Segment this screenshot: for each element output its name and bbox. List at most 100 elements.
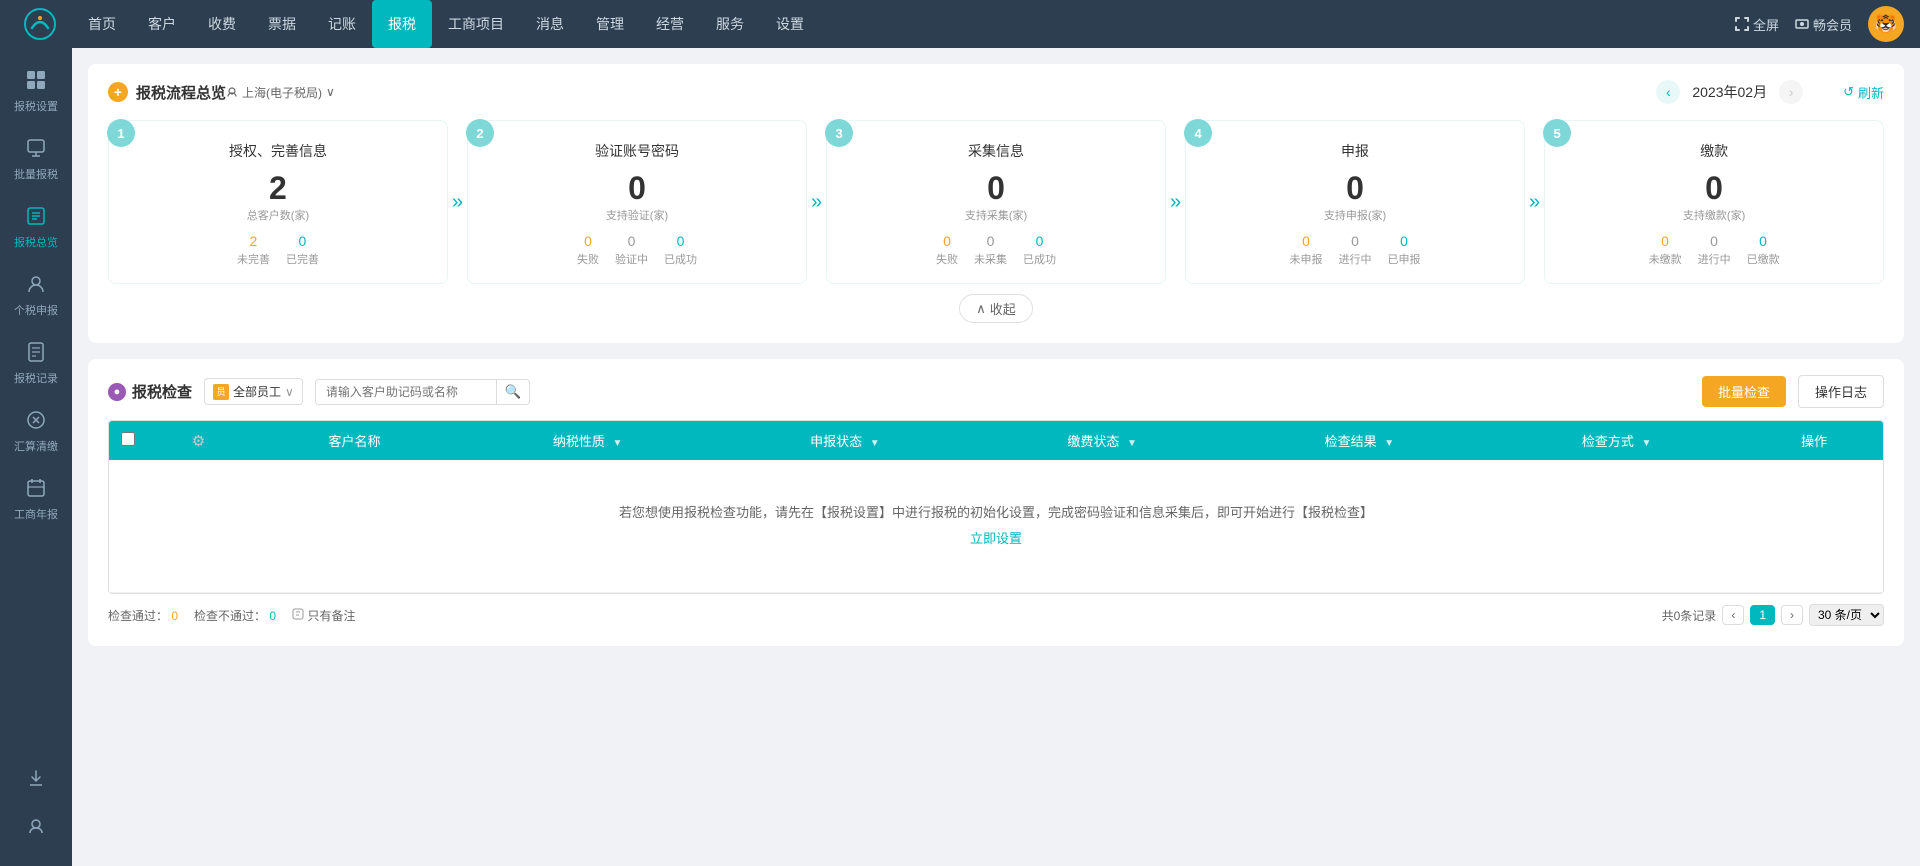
step-stat: 0 进行中 [1339,233,1372,267]
sidebar-item-batch-tax[interactable]: 批量报税 [0,124,72,192]
note-stat: 只有备注 [292,607,355,624]
step-stat: 0 失败 [577,233,599,267]
step-card-1: 1 授权、完善信息 2 总客户数(家) 2 未完善 0 已完善 [108,120,448,284]
nav-item-service[interactable]: 服务 [700,0,760,48]
step-title-2: 验证账号密码 [484,141,790,161]
step-num-5: 5 [1543,119,1571,147]
step-subtitle-3: 支持采集(家) [843,207,1149,223]
plus-icon: + [108,82,128,102]
nav-item-accounting[interactable]: 记账 [312,0,372,48]
left-sidebar: 报税设置 批量报税 报税总览 个税申报 报税记录 汇算清缴 工商年报 [0,48,72,866]
refresh-button[interactable]: ↺ 刷新 [1843,83,1884,102]
step-stat: 0 未缴款 [1649,233,1682,267]
pagination: 共0条记录 ‹ 1 › 30 条/页 [1662,604,1884,626]
header-declare-status: 申报状态 ▼ [716,421,973,460]
annual-report-icon [22,474,50,502]
nav-item-manage[interactable]: 管理 [580,0,640,48]
check-title-icon: ● [108,383,126,401]
tax-record-icon [22,338,50,366]
select-all-checkbox[interactable] [121,432,135,446]
sidebar-item-annual-report[interactable]: 工商年报 [0,464,72,532]
nav-item-tax[interactable]: 报税 [372,0,432,48]
step-count-3: 0 [843,169,1149,207]
top-navigation: 首页 客户 收费 票据 记账 报税 工商项目 消息 管理 经营 服务 设置 全屏… [0,0,1920,48]
mascot-avatar[interactable]: 🐯 [1868,6,1904,42]
step-subtitle-2: 支持验证(家) [484,207,790,223]
step-stat: 0 进行中 [1698,233,1731,267]
sidebar-item-tax-record[interactable]: 报税记录 [0,328,72,396]
location-badge[interactable]: 上海(电子税局) ∨ [226,84,335,101]
step-count-2: 0 [484,169,790,207]
step-title-3: 采集信息 [843,141,1149,161]
prev-month-button[interactable]: ‹ [1656,80,1680,104]
sidebar-item-location[interactable] [0,802,72,850]
nav-item-client[interactable]: 客户 [132,0,192,48]
sidebar-item-settlement[interactable]: 汇算清缴 [0,396,72,464]
nav-item-invoice[interactable]: 票据 [252,0,312,48]
overview-header: + 报税流程总览 上海(电子税局) ∨ ‹ 2023年02月 › ↺ 刷新 [108,80,1884,104]
step-stat: 0 未采集 [974,233,1007,267]
fail-count[interactable]: 0 [269,609,276,623]
next-month-button[interactable]: › [1779,80,1803,104]
step-stat: 0 已缴款 [1747,233,1780,267]
nav-item-business[interactable]: 工商项目 [432,0,520,48]
tax-settings-icon [22,66,50,94]
batch-check-button[interactable]: 批量检查 [1702,376,1786,407]
nav-item-fee[interactable]: 收费 [192,0,252,48]
step-card-4: 4 申报 0 支持申报(家) 0 未申报 0 进行中 0 已申报 [1185,120,1525,284]
ops-log-button[interactable]: 操作日志 [1798,375,1884,408]
sidebar-item-download[interactable] [0,754,72,802]
nav-item-operation[interactable]: 经营 [640,0,700,48]
table-header: ⚙ 客户名称 纳税性质 ▼ 申报状态 ▼ [109,421,1883,460]
step-stats-3: 0 失败 0 未采集 0 已成功 [843,233,1149,267]
step-card-5: 5 缴款 0 支持缴款(家) 0 未缴款 0 进行中 0 已缴款 [1544,120,1884,284]
gear-button[interactable]: ⚙ [192,432,205,450]
step-count-4: 0 [1202,169,1508,207]
pass-count[interactable]: 0 [171,609,178,623]
vip-button[interactable]: 畅会员 [1795,15,1852,34]
step-stat: 0 已完善 [286,233,319,267]
next-page-button[interactable]: › [1781,605,1803,625]
step-stat: 0 未申报 [1290,233,1323,267]
fullscreen-button[interactable]: 全屏 [1735,15,1779,34]
collapse-button[interactable]: ∧ 收起 [959,294,1033,323]
nav-item-settings[interactable]: 设置 [760,0,820,48]
check-table: ⚙ 客户名称 纳税性质 ▼ 申报状态 ▼ [109,421,1883,593]
empty-message: 若您想使用报税检查功能，请先在【报税设置】中进行报税的初始化设置，完成密码验证和… [129,500,1863,526]
prev-page-button[interactable]: ‹ [1722,605,1744,625]
batch-tax-icon [22,134,50,162]
sidebar-item-personal-tax[interactable]: 个税申报 [0,260,72,328]
empty-state: 若您想使用报税检查功能，请先在【报税设置】中进行报税的初始化设置，完成密码验证和… [109,460,1883,592]
step-num-2: 2 [466,119,494,147]
header-name: 客户名称 [250,421,459,460]
tax-check-title: ● 报税检查 [108,381,192,402]
step-count-5: 0 [1561,169,1867,207]
step-stat: 0 已成功 [1023,233,1056,267]
step-stat: 2 未完善 [237,233,270,267]
step-subtitle-1: 总客户数(家) [125,207,431,223]
staff-selector[interactable]: 员 全部员工 ∨ [204,378,303,405]
search-button[interactable]: 🔍 [496,380,530,404]
step-stat: 0 验证中 [615,233,648,267]
search-input[interactable] [316,380,496,404]
step-card-3: 3 采集信息 0 支持采集(家) 0 失败 0 未采集 0 已成功 [826,120,1166,284]
nav-item-home[interactable]: 首页 [72,0,132,48]
month-navigation: ‹ 2023年02月 › [1656,80,1803,104]
step-title-5: 缴款 [1561,141,1867,161]
setup-link[interactable]: 立即设置 [970,531,1022,546]
filter-icon: ▼ [1384,438,1394,449]
sidebar-item-tax-settings[interactable]: 报税设置 [0,56,72,124]
location-icon [22,812,50,840]
step-stat: 0 失败 [936,233,958,267]
nav-menu: 首页 客户 收费 票据 记账 报税 工商项目 消息 管理 经营 服务 设置 [72,0,1735,48]
nav-item-message[interactable]: 消息 [520,0,580,48]
current-page-button[interactable]: 1 [1750,605,1775,625]
header-check-method: 检查方式 ▼ [1488,421,1745,460]
page-size-select[interactable]: 30 条/页 [1809,604,1884,626]
settlement-icon [22,406,50,434]
table-body: 若您想使用报税检查功能，请先在【报税设置】中进行报税的初始化设置，完成密码验证和… [109,460,1883,593]
right-tools: 全屏 畅会员 🐯 [1735,6,1904,42]
tax-overview-icon [22,202,50,230]
check-table-wrapper: ⚙ 客户名称 纳税性质 ▼ 申报状态 ▼ [108,420,1884,594]
sidebar-item-tax-overview[interactable]: 报税总览 [0,192,72,260]
